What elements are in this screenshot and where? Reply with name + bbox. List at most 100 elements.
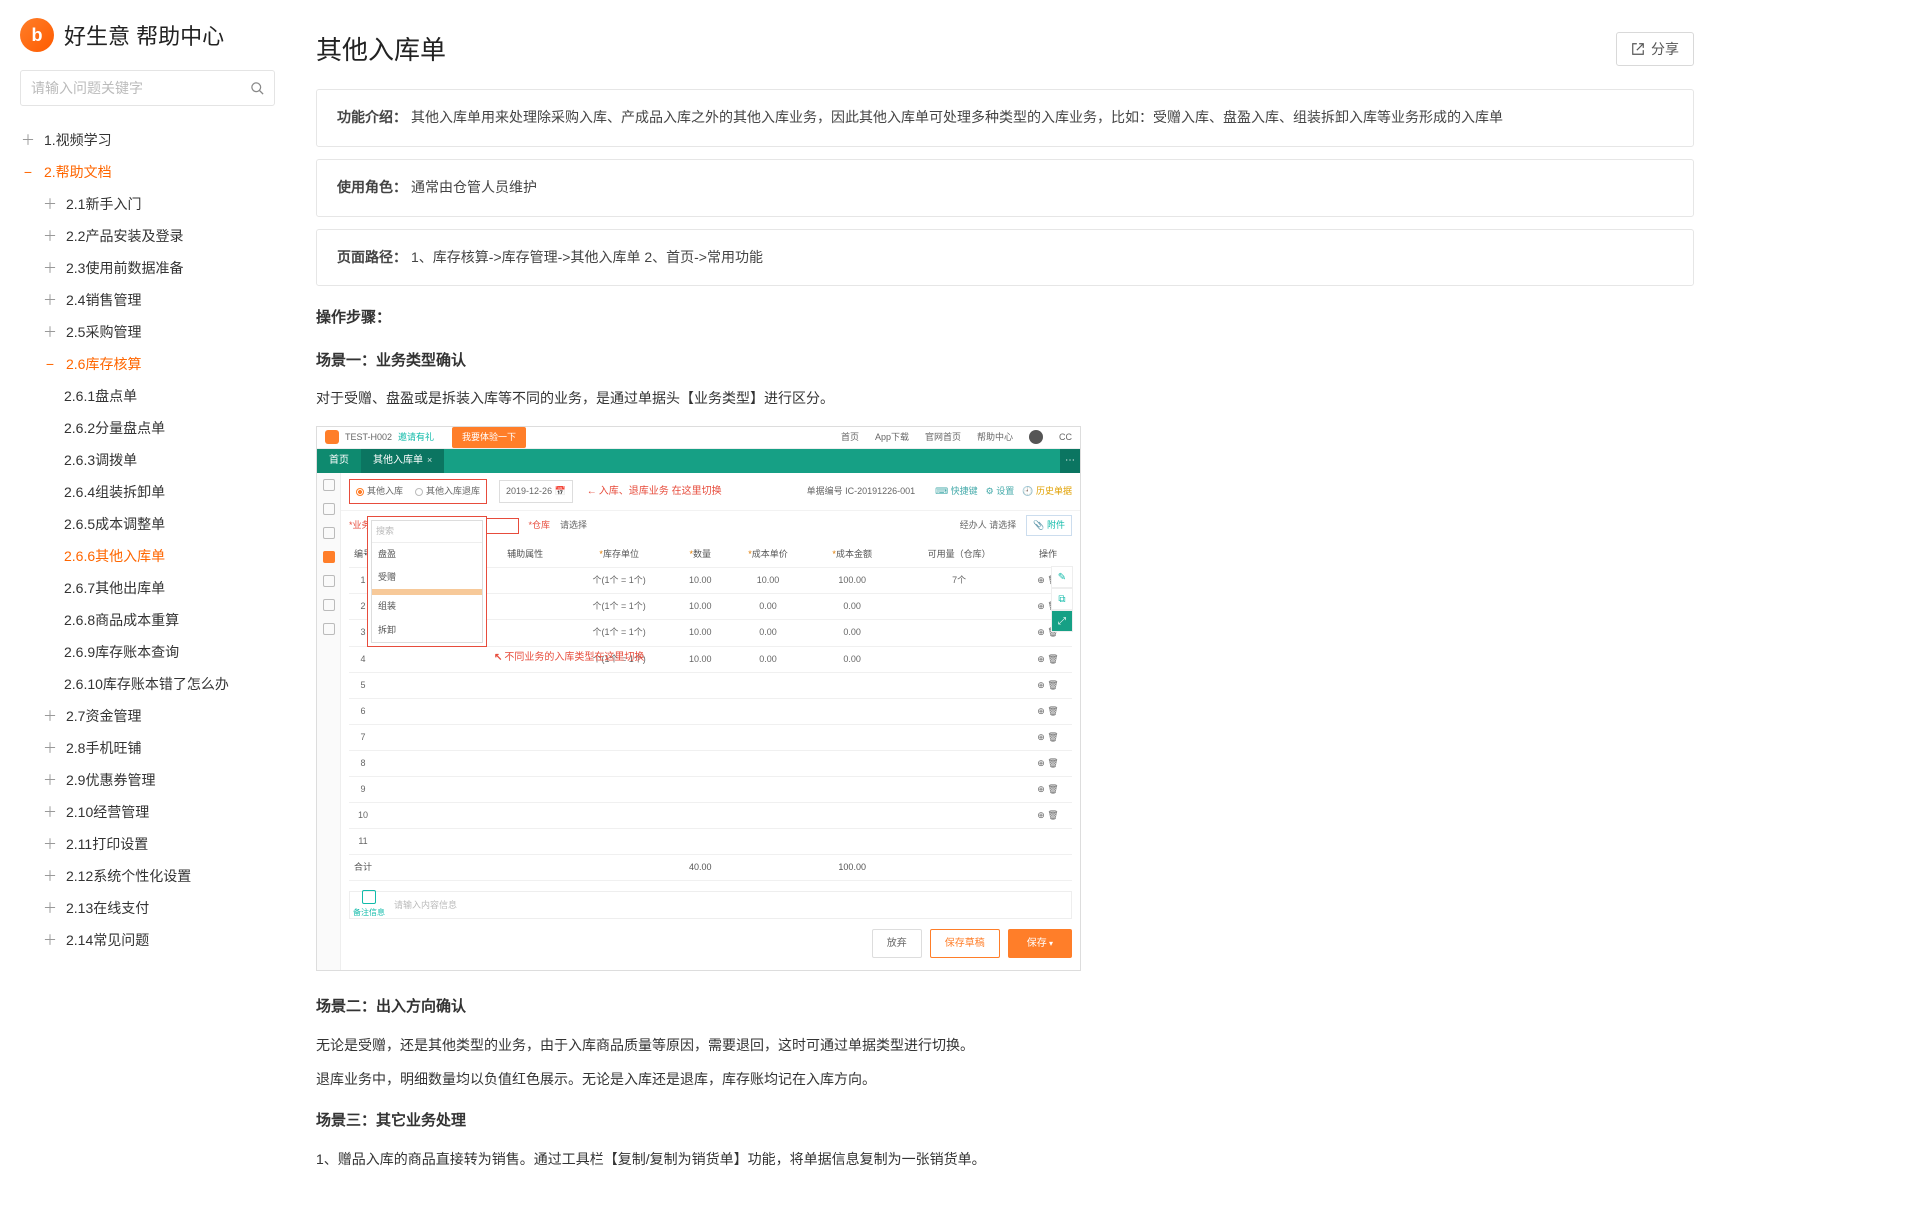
site-logo-row: b 好生意 帮助中心: [20, 18, 280, 52]
nav-item-2-6[interactable]: −2.6库存核算: [42, 348, 280, 380]
annotation-2: 不同业务的入库类型在这里切换: [494, 648, 644, 667]
nav-item-2-6-1[interactable]: 2.6.1盘点单: [64, 380, 280, 412]
minus-icon: −: [20, 164, 36, 180]
th-op: 操作: [1024, 542, 1072, 568]
nav-tree: ＋1.视频学习 −2.帮助文档 ＋2.1新手入门 ＋2.2产品安装及登录 ＋2.…: [20, 124, 280, 956]
plus-icon: ＋: [42, 932, 58, 948]
nav-item-2-3[interactable]: ＋2.3使用前数据准备: [42, 252, 280, 284]
search-icon: [250, 81, 265, 96]
main-content: 其他入库单 分享 功能介绍：其他入库单用来处理除采购入库、产成品入库之外的其他入…: [280, 0, 1730, 1220]
app-tab-active: 其他入库单×: [361, 449, 444, 473]
nav-item-2-5[interactable]: ＋2.5采购管理: [42, 316, 280, 348]
top-menu-user: CC: [1059, 429, 1072, 446]
radio-other-return: 其他入库退库: [415, 483, 480, 500]
table-row: 7⊕ 🗑: [349, 724, 1072, 750]
nav-item-2-6-9[interactable]: 2.6.9库存账本查询: [64, 636, 280, 668]
annotation-1: 入库、退库业务 在这里切换: [587, 482, 722, 501]
info-label: 功能介绍：: [337, 109, 407, 125]
plus-icon: ＋: [42, 772, 58, 788]
dropdown-item: 盘盈: [372, 543, 482, 566]
doc-no-label: 单据编号: [807, 486, 843, 496]
remark-row: 备注信息 请输入内容信息: [349, 891, 1072, 919]
nav-item-2-8[interactable]: ＋2.8手机旺铺: [42, 732, 280, 764]
warehouse-label: *仓库: [529, 517, 551, 534]
top-menu-app: App下载: [875, 429, 909, 446]
tool-setting: ⚙ 设置: [986, 483, 1015, 500]
steps-heading: 操作步骤：: [316, 304, 1694, 333]
table-totals-row: 合计40.00100.00: [349, 855, 1072, 881]
info-text: 其他入库单用来处理除采购入库、产成品入库之外的其他入库业务，因此其他入库单可处理…: [411, 109, 1503, 125]
nav-item-2-14[interactable]: ＋2.14常见问题: [42, 924, 280, 956]
top-menu-home: 首页: [841, 429, 859, 446]
nav-item-2-6-3[interactable]: 2.6.3调拨单: [64, 444, 280, 476]
info-text: 1、库存核算->库存管理->其他入库单 2、首页->常用功能: [411, 249, 763, 265]
page-title: 其他入库单: [316, 30, 446, 67]
doc-no-value: IC-20191226-001: [845, 486, 915, 496]
plus-icon: ＋: [42, 228, 58, 244]
site-title: 好生意 帮助中心: [64, 19, 224, 51]
nav-item-2-6-4[interactable]: 2.6.4组装拆卸单: [64, 476, 280, 508]
dropdown-item: 拆卸: [372, 619, 482, 642]
operator-label: 经办人: [960, 520, 987, 530]
attach-link: 📎 附件: [1026, 515, 1072, 536]
plus-icon: ＋: [42, 196, 58, 212]
scene-2-heading: 场景二：出入方向确认: [316, 993, 1694, 1022]
nav-item-video[interactable]: ＋1.视频学习: [20, 124, 280, 156]
annot-box-dropdown: 搜索 盘盈 受赠 组装 拆卸 不同业务的入库类型在这里切换: [367, 516, 487, 646]
plus-icon: ＋: [42, 260, 58, 276]
close-icon: ×: [427, 452, 432, 469]
search-button[interactable]: [239, 70, 275, 106]
app-logo-icon: [325, 430, 339, 444]
nav-item-2-6-2[interactable]: 2.6.2分量盘点单: [64, 412, 280, 444]
top-menu-help: 帮助中心: [977, 429, 1013, 446]
th-attr: 辅助属性: [486, 542, 563, 568]
nav-item-help-docs[interactable]: −2.帮助文档: [20, 156, 280, 188]
table-row: 6⊕ 🗑: [349, 698, 1072, 724]
nav-item-2-6-8[interactable]: 2.6.8商品成本重算: [64, 604, 280, 636]
avatar-icon: [1029, 430, 1043, 444]
scene-1-text: 对于受赠、盘盈或是拆装入库等不同的业务，是通过单据头【业务类型】进行区分。: [316, 385, 1694, 412]
nav-item-2-6-6[interactable]: 2.6.6其他入库单: [64, 540, 280, 572]
nav-item-2-10[interactable]: ＋2.10经营管理: [42, 796, 280, 828]
plus-icon: ＋: [42, 804, 58, 820]
sidebar: b 好生意 帮助中心 ＋1.视频学习 −2.帮助文档 ＋2.1新手入门 ＋2.2…: [0, 0, 280, 1220]
app-tenant: TEST-H002: [345, 429, 392, 446]
nav-item-2-13[interactable]: ＋2.13在线支付: [42, 892, 280, 924]
nav-item-2-9[interactable]: ＋2.9优惠券管理: [42, 764, 280, 796]
share-button[interactable]: 分享: [1616, 32, 1694, 66]
table-row: 9⊕ 🗑: [349, 777, 1072, 803]
info-block-intro: 功能介绍：其他入库单用来处理除采购入库、产成品入库之外的其他入库业务，因此其他入…: [316, 89, 1694, 147]
nav-item-2-11[interactable]: ＋2.11打印设置: [42, 828, 280, 860]
table-row: 8⊕ 🗑: [349, 750, 1072, 776]
nav-item-2-6-7[interactable]: 2.6.7其他出库单: [64, 572, 280, 604]
nav-item-2-4[interactable]: ＋2.4销售管理: [42, 284, 280, 316]
nav-item-2-1[interactable]: ＋2.1新手入门: [42, 188, 280, 220]
plus-icon: ＋: [42, 292, 58, 308]
plus-icon: ＋: [42, 324, 58, 340]
nav-item-2-2[interactable]: ＋2.2产品安装及登录: [42, 220, 280, 252]
table-row: 11: [349, 829, 1072, 855]
tool-shortcut: ⌨ 快捷键: [935, 483, 978, 500]
radio-other-in: 其他入库: [356, 483, 403, 500]
annot-box-radio: 其他入库 其他入库退库: [349, 479, 487, 504]
nav-item-2-12[interactable]: ＋2.12系统个性化设置: [42, 860, 280, 892]
table-row: 5⊕ 🗑: [349, 672, 1072, 698]
share-icon: [1631, 42, 1645, 56]
info-block-path: 页面路径：1、库存核算->库存管理->其他入库单 2、首页->常用功能: [316, 229, 1694, 287]
remark-placeholder: 请输入内容信息: [388, 897, 1071, 914]
app-tab-home: 首页: [317, 449, 361, 473]
nav-item-2-6-5[interactable]: 2.6.5成本调整单: [64, 508, 280, 540]
scene-1-heading: 场景一：业务类型确认: [316, 347, 1694, 376]
scene-2-text-1: 无论是受赠，还是其他类型的业务，由于入库商品质量等原因，需要退回，这时可通过单据…: [316, 1032, 1694, 1059]
nav-item-2-6-10[interactable]: 2.6.10库存账本错了怎么办: [64, 668, 280, 700]
info-text: 通常由仓管人员维护: [411, 179, 537, 195]
scene-3-heading: 场景三：其它业务处理: [316, 1107, 1694, 1136]
search-input[interactable]: [20, 70, 275, 106]
top-menu-site: 官网首页: [925, 429, 961, 446]
dropdown-item: 受赠: [372, 566, 482, 589]
info-label: 页面路径：: [337, 249, 407, 265]
operator-value: 请选择: [989, 520, 1016, 530]
plus-icon: ＋: [42, 836, 58, 852]
plus-icon: ＋: [20, 132, 36, 148]
nav-item-2-7[interactable]: ＋2.7资金管理: [42, 700, 280, 732]
